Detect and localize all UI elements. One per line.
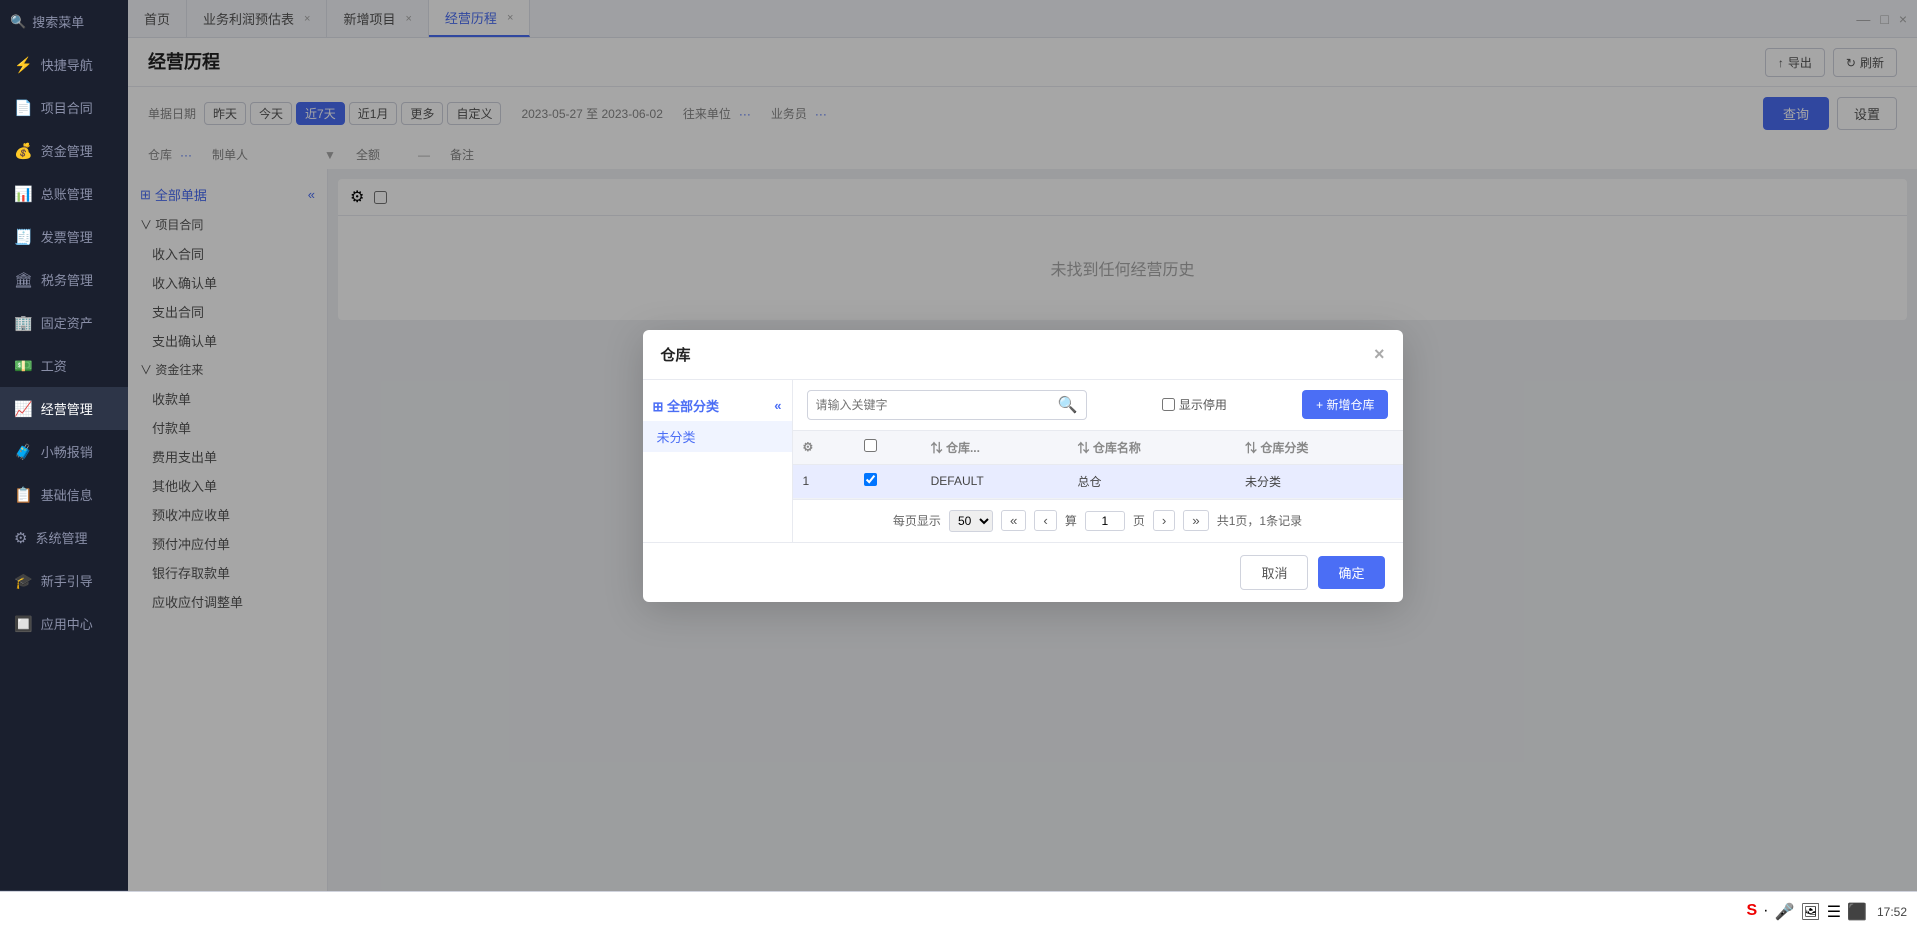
modal-title: 仓库 bbox=[661, 344, 691, 365]
modal-search-box[interactable]: 🔍 bbox=[807, 390, 1087, 420]
taskbar-apps: S · 🎤 🖼 ☰ ⬛ bbox=[1746, 902, 1867, 922]
modal-table-wrap: ⚙ ⇅ 仓库... ⇅ 仓库名称 ⇅ 仓库分类 1 DEFAULT 总仓 未分类 bbox=[793, 431, 1403, 499]
modal-overlay: 仓库 × ⊞ 全部分类 « 未分类 bbox=[128, 0, 1917, 931]
modal-table-row[interactable]: 1 DEFAULT 总仓 未分类 bbox=[793, 464, 1403, 498]
sidebar-item-xitong[interactable]: ⚙系统管理 bbox=[0, 516, 128, 559]
taskbar-time: 17:52 bbox=[1877, 905, 1907, 919]
taskbar-icon-3[interactable]: 🎤 bbox=[1774, 902, 1794, 922]
sidebar-item-xiangmu[interactable]: 📄项目合同 bbox=[0, 86, 128, 129]
sidebar-item-zhanghu[interactable]: 📊总账管理 bbox=[0, 172, 128, 215]
sidebar-item-kuaijie[interactable]: ⚡快捷导航 bbox=[0, 43, 128, 86]
modal-header: 仓库 × bbox=[643, 330, 1403, 380]
sidebar-item-yingyong[interactable]: 🔲应用中心 bbox=[0, 602, 128, 645]
taskbar: S · 🎤 🖼 ☰ ⬛ 17:52 bbox=[0, 891, 1917, 931]
row-code: DEFAULT bbox=[921, 464, 1068, 498]
taskbar-icon-5[interactable]: ☰ bbox=[1827, 902, 1841, 922]
modal-last-btn[interactable]: » bbox=[1183, 510, 1208, 531]
sidebar-item-zijin[interactable]: 💰资金管理 bbox=[0, 129, 128, 172]
sidebar-item-fapiao[interactable]: 🧾发票管理 bbox=[0, 215, 128, 258]
sidebar-item-gongzi[interactable]: 💵工资 bbox=[0, 344, 128, 387]
modal-search-icon: 🔍 bbox=[1058, 395, 1078, 415]
modal-select-all[interactable] bbox=[864, 439, 877, 452]
sidebar-item-jingying[interactable]: 📈经营管理 bbox=[0, 387, 128, 430]
modal-all-category-label: ⊞ 全部分类 bbox=[653, 396, 720, 415]
modal-prev-btn[interactable]: ‹ bbox=[1034, 510, 1056, 531]
modal-first-btn[interactable]: « bbox=[1001, 510, 1026, 531]
row-checkbox[interactable] bbox=[854, 464, 920, 498]
taskbar-icon-1[interactable]: S bbox=[1746, 902, 1757, 922]
th-code: ⇅ 仓库... bbox=[921, 431, 1068, 465]
modal-per-page-select[interactable]: 50 bbox=[949, 510, 993, 532]
sidebar-items: ⚡快捷导航📄项目合同💰资金管理📊总账管理🧾发票管理🏛税务管理🏢固定资产💵工资📈经… bbox=[0, 43, 128, 645]
show-disabled-checkbox[interactable] bbox=[1162, 398, 1175, 411]
row-category: 未分类 bbox=[1235, 464, 1403, 498]
modal-search-input[interactable] bbox=[816, 398, 1052, 412]
modal-left-header[interactable]: ⊞ 全部分类 « bbox=[643, 390, 792, 421]
warehouse-modal: 仓库 × ⊞ 全部分类 « 未分类 bbox=[643, 330, 1403, 602]
row-name: 总仓 bbox=[1068, 464, 1235, 498]
modal-total: 共1页，1条记录 bbox=[1217, 512, 1302, 529]
sidebar-item-xinshou[interactable]: 🎓新手引导 bbox=[0, 559, 128, 602]
sidebar-item-jichu[interactable]: 📋基础信息 bbox=[0, 473, 128, 516]
show-disabled-checkbox-label[interactable]: 显示停用 bbox=[1162, 396, 1227, 413]
confirm-button[interactable]: 确定 bbox=[1318, 556, 1384, 589]
taskbar-icon-2[interactable]: · bbox=[1763, 902, 1768, 922]
sidebar-search[interactable]: 🔍 搜索菜单 bbox=[0, 0, 128, 43]
modal-page-input[interactable] bbox=[1085, 511, 1125, 531]
search-icon: 🔍 bbox=[10, 14, 26, 30]
sidebar-item-xiaochang[interactable]: 🧳小畅报销 bbox=[0, 430, 128, 473]
sidebar-item-shuiwu[interactable]: 🏛税务管理 bbox=[0, 258, 128, 301]
modal-footer: 取消 确定 bbox=[643, 542, 1403, 602]
th-name: ⇅ 仓库名称 bbox=[1068, 431, 1235, 465]
modal-left-collapse-icon[interactable]: « bbox=[774, 398, 781, 413]
taskbar-icon-4[interactable]: 🖼 bbox=[1800, 902, 1820, 922]
sidebar: 🔍 搜索菜单 ⚡快捷导航📄项目合同💰资金管理📊总账管理🧾发票管理🏛税务管理🏢固定… bbox=[0, 0, 128, 931]
th-checkbox bbox=[854, 431, 920, 465]
modal-body: ⊞ 全部分类 « 未分类 🔍 bbox=[643, 380, 1403, 542]
th-category: ⇅ 仓库分类 bbox=[1235, 431, 1403, 465]
th-config: ⚙ bbox=[793, 431, 855, 465]
modal-right-panel: 🔍 显示停用 + 新增仓库 ⚙ bbox=[793, 380, 1403, 542]
row-num: 1 bbox=[793, 464, 855, 498]
sidebar-item-gudingzichan[interactable]: 🏢固定资产 bbox=[0, 301, 128, 344]
modal-toolbar: 🔍 显示停用 + 新增仓库 bbox=[793, 380, 1403, 431]
modal-next-btn[interactable]: › bbox=[1153, 510, 1175, 531]
modal-table-header: ⚙ ⇅ 仓库... ⇅ 仓库名称 ⇅ 仓库分类 bbox=[793, 431, 1403, 465]
modal-left-item-未分类[interactable]: 未分类 bbox=[643, 421, 792, 452]
modal-table: ⚙ ⇅ 仓库... ⇅ 仓库名称 ⇅ 仓库分类 1 DEFAULT 总仓 未分类 bbox=[793, 431, 1403, 499]
main-area: 首页业务利润预估表×新增项目×经营历程× — □ × 经营历程 ↑ 导出 ↻ 刷… bbox=[128, 0, 1917, 931]
modal-left-items: 未分类 bbox=[643, 421, 792, 452]
modal-pagination: 每页显示 50 « ‹ 算 页 › » 共1页，1条记录 bbox=[793, 499, 1403, 542]
add-warehouse-button[interactable]: + 新增仓库 bbox=[1302, 390, 1388, 419]
modal-close-button[interactable]: × bbox=[1374, 344, 1385, 365]
modal-table-body: 1 DEFAULT 总仓 未分类 bbox=[793, 464, 1403, 498]
taskbar-icon-6[interactable]: ⬛ bbox=[1847, 902, 1867, 922]
modal-left-panel: ⊞ 全部分类 « 未分类 bbox=[643, 380, 793, 542]
cancel-button[interactable]: 取消 bbox=[1240, 555, 1308, 590]
